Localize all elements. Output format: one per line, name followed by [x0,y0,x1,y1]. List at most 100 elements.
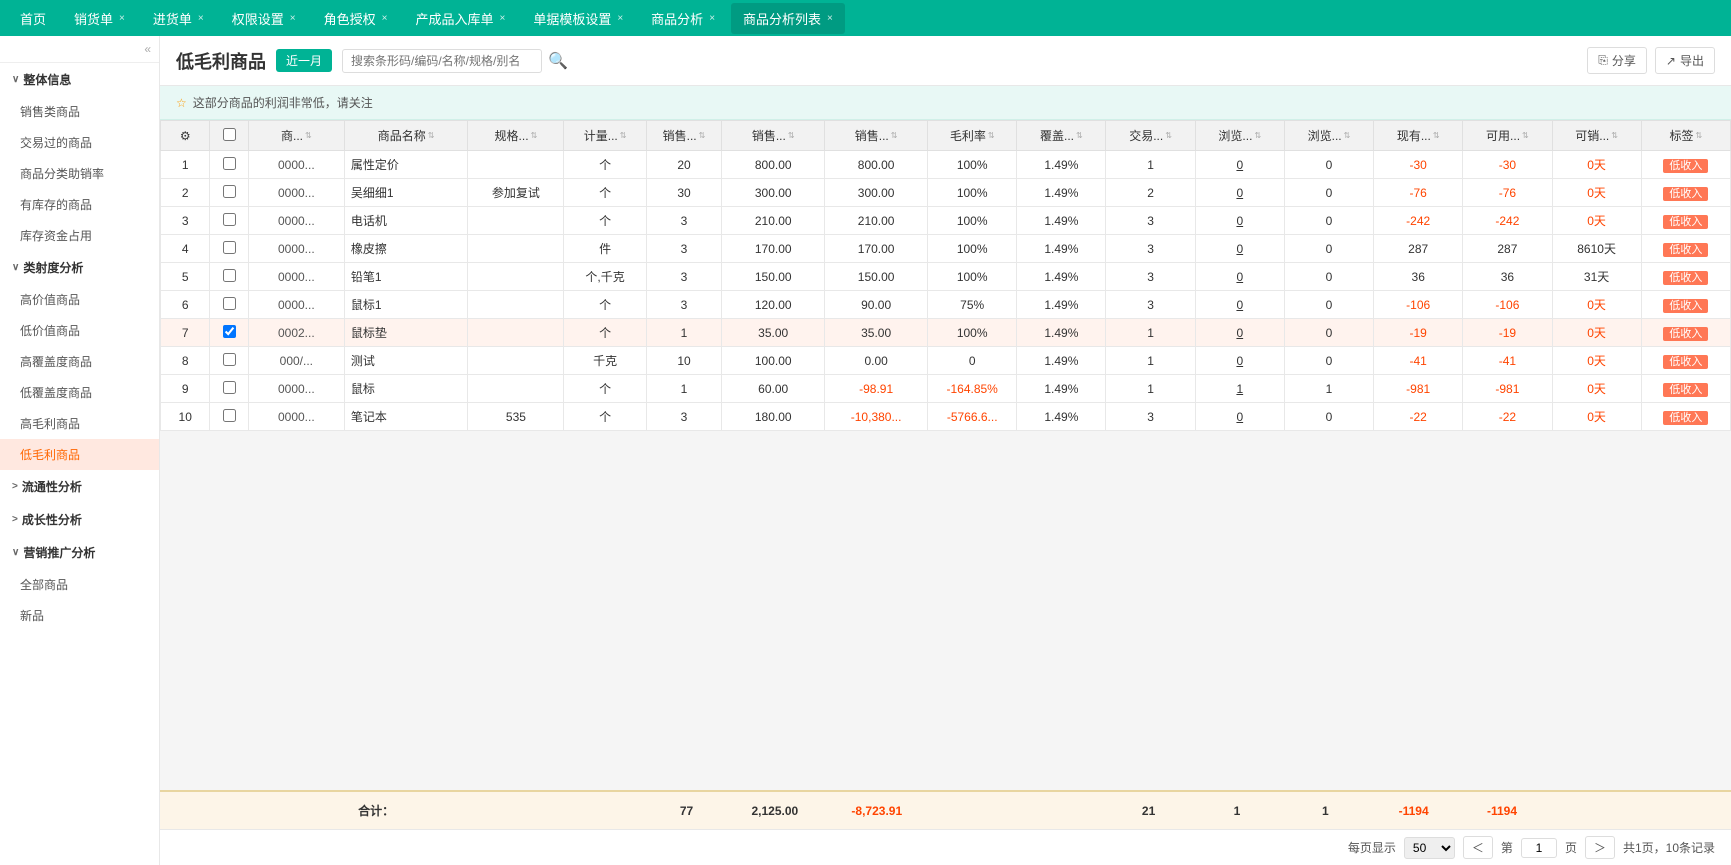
page-number-input[interactable] [1521,838,1557,858]
sidebar-group-0[interactable]: ∨整体信息 [0,63,159,96]
row-check-1[interactable] [210,179,248,207]
sidebar-item-低覆盖度商品[interactable]: 低覆盖度商品 [0,377,159,408]
share-button[interactable]: ⎘ 分享 [1587,47,1647,74]
sort-sales-qty-icon[interactable]: ⇅ [699,131,706,140]
sidebar-item-高覆盖度商品[interactable]: 高覆盖度商品 [0,346,159,377]
views1-link-8[interactable]: 1 [1236,382,1243,396]
page-size-select[interactable]: 50 20 100 [1404,837,1455,859]
sidebar-item-低毛利商品[interactable]: 低毛利商品 [0,439,159,470]
row-checkbox-6[interactable] [223,325,236,338]
search-input[interactable] [342,49,542,73]
sort-unit-icon[interactable]: ⇅ [620,131,627,140]
row-checkbox-2[interactable] [223,213,236,226]
row-gross-margin-8: -164.85% [928,375,1017,403]
next-page-button[interactable]: ＞ [1585,836,1615,859]
views1-link-6[interactable]: 0 [1236,326,1243,340]
nav-close-icon[interactable]: × [827,13,833,24]
sidebar-item-有库存的商品[interactable]: 有库存的商品 [0,189,159,220]
sidebar-item-交易过的商品[interactable]: 交易过的商品 [0,127,159,158]
row-checkbox-4[interactable] [223,269,236,282]
table-container[interactable]: ⚙ 商... ⇅ 商品名称 [160,120,1731,790]
sidebar-item-商品分类助销率[interactable]: 商品分类助销率 [0,158,159,189]
row-salable-days-4: 31天 [1552,263,1641,291]
nav-close-icon[interactable]: × [709,13,715,24]
nav-item-单据模板设置[interactable]: 单据模板设置× [521,3,635,34]
views1-link-9[interactable]: 0 [1236,410,1243,424]
sidebar-group-2[interactable]: >流通性分析 [0,470,159,503]
sidebar-item-全部商品[interactable]: 全部商品 [0,569,159,600]
nav-close-icon[interactable]: × [198,13,204,24]
prev-page-button[interactable]: ＜ [1463,836,1493,859]
views1-link-5[interactable]: 0 [1236,298,1243,312]
row-checkbox-3[interactable] [223,241,236,254]
sidebar-item-高价值商品[interactable]: 高价值商品 [0,284,159,315]
sidebar-item-高毛利商品[interactable]: 高毛利商品 [0,408,159,439]
nav-close-icon[interactable]: × [119,13,125,24]
row-check-3[interactable] [210,235,248,263]
nav-close-icon[interactable]: × [290,13,296,24]
settings-icon[interactable]: ⚙ [180,129,191,143]
sort-salable-days-icon[interactable]: ⇅ [1611,131,1618,140]
nav-item-首页[interactable]: 首页 [8,3,58,34]
sort-transactions-icon[interactable]: ⇅ [1165,131,1172,140]
nav-item-权限设置[interactable]: 权限设置× [220,3,308,34]
row-checkbox-7[interactable] [223,353,236,366]
select-all-checkbox[interactable] [223,128,236,141]
views1-link-3[interactable]: 0 [1236,242,1243,256]
sidebar-group-1[interactable]: ∨类射度分析 [0,251,159,284]
sort-tag-icon[interactable]: ⇅ [1696,131,1703,140]
views1-link-1[interactable]: 0 [1236,186,1243,200]
row-check-8[interactable] [210,375,248,403]
row-check-0[interactable] [210,151,248,179]
row-checkbox-1[interactable] [223,185,236,198]
sidebar-collapse-icon[interactable]: « [144,42,151,56]
row-check-7[interactable] [210,347,248,375]
nav-close-icon[interactable]: × [382,13,388,24]
nav-item-进货单[interactable]: 进货单× [141,3,216,34]
row-checkbox-8[interactable] [223,381,236,394]
views1-link-4[interactable]: 0 [1236,270,1243,284]
export-button[interactable]: ↗ 导出 [1655,47,1715,74]
sidebar-group-3[interactable]: >成长性分析 [0,503,159,536]
nav-item-商品分析列表[interactable]: 商品分析列表× [731,3,845,34]
sort-name-icon[interactable]: ⇅ [428,131,435,140]
th-current-stock-label: 现有... [1397,127,1431,144]
nav-item-商品分析[interactable]: 商品分析× [639,3,727,34]
sidebar-group-4[interactable]: ∨营销推广分析 [0,536,159,569]
search-icon[interactable]: 🔍 [548,51,568,71]
views1-link-2[interactable]: 0 [1236,214,1243,228]
views1-link-0[interactable]: 0 [1236,158,1243,172]
views1-link-7[interactable]: 0 [1236,354,1243,368]
row-check-9[interactable] [210,403,248,431]
table-row: 4 0000... 橡皮擦 件 3 170.00 170.00 100% 1.4… [161,235,1731,263]
sidebar-item-新品[interactable]: 新品 [0,600,159,631]
row-check-4[interactable] [210,263,248,291]
filter-period-button[interactable]: 近一月 [276,49,332,72]
sort-available-stock-icon[interactable]: ⇅ [1522,131,1529,140]
sort-gross-margin-icon[interactable]: ⇅ [988,131,995,140]
sort-views1-icon[interactable]: ⇅ [1254,131,1261,140]
table-row: 5 0000... 铅笔1 个,千克 3 150.00 150.00 100% … [161,263,1731,291]
nav-item-产成品入库单[interactable]: 产成品入库单× [403,3,517,34]
sort-current-stock-icon[interactable]: ⇅ [1433,131,1440,140]
sort-spec-icon[interactable]: ⇅ [531,131,538,140]
sidebar-item-销售类商品[interactable]: 销售类商品 [0,96,159,127]
row-check-6[interactable] [210,319,248,347]
sort-sales-profit-icon[interactable]: ⇅ [891,131,898,140]
sidebar-item-低价值商品[interactable]: 低价值商品 [0,315,159,346]
sort-coverage-icon[interactable]: ⇅ [1076,131,1083,140]
sort-sales-amt-icon[interactable]: ⇅ [788,131,795,140]
nav-close-icon[interactable]: × [499,13,505,24]
sidebar-item-库存资金占用[interactable]: 库存资金占用 [0,220,159,251]
sort-views2-icon[interactable]: ⇅ [1344,131,1351,140]
sort-code-icon[interactable]: ⇅ [305,131,312,140]
row-check-5[interactable] [210,291,248,319]
row-check-2[interactable] [210,207,248,235]
th-check[interactable] [210,121,248,151]
nav-close-icon[interactable]: × [617,13,623,24]
row-checkbox-0[interactable] [223,157,236,170]
nav-item-销货单[interactable]: 销货单× [62,3,137,34]
row-checkbox-5[interactable] [223,297,236,310]
nav-item-角色授权[interactable]: 角色授权× [312,3,400,34]
row-checkbox-9[interactable] [223,409,236,422]
